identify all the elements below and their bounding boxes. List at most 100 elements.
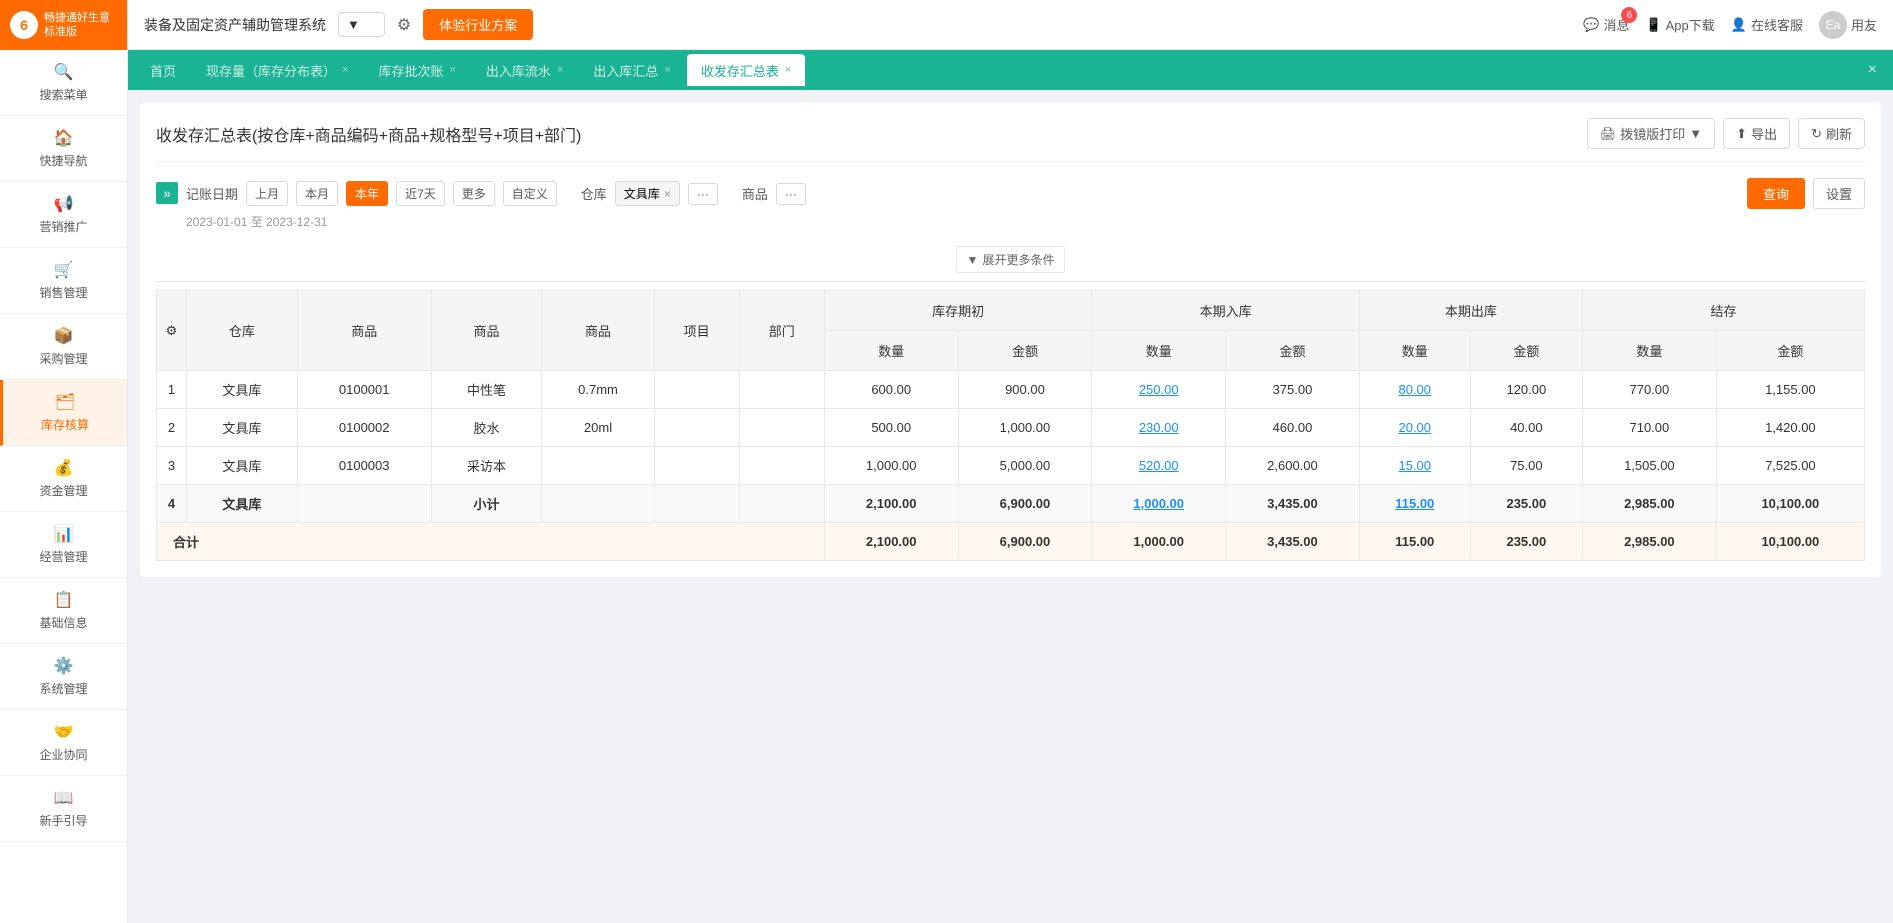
tab-stock-dist[interactable]: 现存量（库存分布表） × <box>192 54 362 86</box>
sidebar-item-label: 新手引导 <box>39 812 87 829</box>
out-qty-link[interactable]: 80.00 <box>1398 382 1431 397</box>
export-btn[interactable]: ⬆ 导出 <box>1723 118 1790 149</box>
expand-icon: ▼ <box>967 253 979 267</box>
cell-in-amt: 375.00 <box>1226 371 1360 409</box>
tab-collect-summary-close[interactable]: × <box>785 64 791 76</box>
sidebar-item-quick-nav[interactable]: 🏠 快捷导航 <box>0 116 127 182</box>
table-row: 3 文具库 0100003 采访本 1,000.00 5,000.00 520.… <box>157 447 1865 485</box>
in-qty-link[interactable]: 520.00 <box>1139 458 1179 473</box>
logo-text: 畅捷通好生意 标准版 <box>44 11 110 40</box>
settings-icon[interactable]: ⚙ <box>397 15 411 35</box>
tab-stock-dist-close[interactable]: × <box>342 64 348 76</box>
sidebar-item-marketing[interactable]: 📢 营销推广 <box>0 182 127 248</box>
filter-controls: 记账日期 上月 本月 本年 近7天 更多 自定义 仓库 文具库 × ··· <box>186 178 1865 230</box>
newbie-icon: 📖 <box>54 788 74 808</box>
sidebar-item-enterprise[interactable]: 🤝 企业协同 <box>0 710 127 776</box>
toggle-filter-btn[interactable]: » <box>156 182 178 204</box>
in-qty-link[interactable]: 1,000.00 <box>1133 496 1184 511</box>
goods-more-btn[interactable]: ··· <box>776 183 806 205</box>
sidebar-item-system[interactable]: ⚙️ 系统管理 <box>0 644 127 710</box>
cell-code: 0100003 <box>297 447 431 485</box>
sidebar-item-purchase[interactable]: 📦 采购管理 <box>0 314 127 380</box>
purchase-icon: 📦 <box>54 326 74 346</box>
date-btn-this-year[interactable]: 本年 <box>346 181 388 206</box>
th-group-in: 本期入库 <box>1092 291 1360 331</box>
app-download-action[interactable]: 📱 App下载 <box>1645 15 1714 34</box>
sidebar-item-label: 库存核算 <box>41 416 89 433</box>
in-qty-link[interactable]: 230.00 <box>1139 420 1179 435</box>
refresh-btn[interactable]: ↻ 刷新 <box>1798 118 1865 149</box>
filter-area: » 记账日期 上月 本月 本年 近7天 更多 自定义 仓库 文具库 × <box>156 178 1865 230</box>
sidebar-item-sales[interactable]: 🛒 销售管理 <box>0 248 127 314</box>
cell-department <box>739 485 824 523</box>
avatar: Ea <box>1819 11 1847 39</box>
out-qty-link[interactable]: 20.00 <box>1398 420 1431 435</box>
in-qty-link[interactable]: 250.00 <box>1139 382 1179 397</box>
service-icon: 👤 <box>1731 17 1747 33</box>
tab-batch-account-close[interactable]: × <box>449 64 455 76</box>
user-action[interactable]: Ea 用友 <box>1819 11 1877 39</box>
out-qty-link[interactable]: 115.00 <box>1395 496 1434 511</box>
tab-batch-account-label: 库存批次账 <box>378 61 443 80</box>
close-all-tabs[interactable]: × <box>1860 61 1885 79</box>
settings-btn[interactable]: 设置 <box>1813 178 1865 209</box>
out-qty-link[interactable]: 15.00 <box>1398 458 1431 473</box>
warehouse-tag: 文具库 × <box>615 181 680 206</box>
tab-home[interactable]: 首页 <box>136 54 190 86</box>
tab-inout-flow-close[interactable]: × <box>557 64 563 76</box>
sidebar-item-basic-info[interactable]: 📋 基础信息 <box>0 578 127 644</box>
online-service-label: 在线客服 <box>1751 15 1803 34</box>
date-btn-this-month[interactable]: 本月 <box>296 181 338 206</box>
tab-inout-summary[interactable]: 出入库汇总 × <box>579 54 684 86</box>
online-service-action[interactable]: 👤 在线客服 <box>1731 15 1803 34</box>
cell-in-amt: 3,435.00 <box>1226 485 1360 523</box>
query-btn[interactable]: 查询 <box>1747 178 1805 209</box>
sidebar-item-label: 营销推广 <box>39 218 87 235</box>
date-btn-7days[interactable]: 近7天 <box>396 181 445 206</box>
th-closing-qty: 数量 <box>1583 331 1717 371</box>
tab-inout-flow[interactable]: 出入库流水 × <box>472 54 577 86</box>
tab-collect-summary[interactable]: 收发存汇总表 × <box>687 54 805 86</box>
date-btn-custom[interactable]: 自定义 <box>503 181 557 206</box>
th-settings[interactable]: ⚙ <box>157 291 187 371</box>
sidebar-item-label: 销售管理 <box>39 284 87 301</box>
cell-department <box>739 409 824 447</box>
tab-batch-account[interactable]: 库存批次账 × <box>364 54 469 86</box>
cell-name: 采访本 <box>431 447 542 485</box>
try-btn[interactable]: 体验行业方案 <box>423 9 533 40</box>
basic-info-icon: 📋 <box>54 590 74 610</box>
print-btn[interactable]: 🖨 拨镜版打印 ▼ <box>1587 118 1715 149</box>
cell-no: 1 <box>157 371 187 409</box>
cell-code <box>297 485 431 523</box>
notification-action[interactable]: 💬 消息 6 <box>1583 15 1629 34</box>
expand-more-btn[interactable]: ▼ 展开更多条件 <box>956 246 1066 273</box>
sidebar-item-newbie[interactable]: 📖 新手引导 <box>0 776 127 842</box>
cell-project <box>654 447 739 485</box>
warehouse-more-btn[interactable]: ··· <box>688 183 718 205</box>
app-download-label: App下载 <box>1666 15 1715 34</box>
cell-name: 胶水 <box>431 409 542 447</box>
tab-inout-summary-close[interactable]: × <box>664 64 670 76</box>
th-in-amt: 金额 <box>1226 331 1360 371</box>
sidebar-item-search[interactable]: 🔍 搜索菜单 <box>0 50 127 116</box>
cell-department <box>739 447 824 485</box>
date-btn-last-month[interactable]: 上月 <box>246 181 288 206</box>
sidebar-item-finance[interactable]: 💰 资金管理 <box>0 446 127 512</box>
date-btn-more[interactable]: 更多 <box>453 181 495 206</box>
cell-opening-amt: 6,900.00 <box>958 485 1092 523</box>
sidebar-item-operations[interactable]: 📊 经营管理 <box>0 512 127 578</box>
warehouse-tag-close[interactable]: × <box>664 187 671 201</box>
cell-in-amt: 460.00 <box>1226 409 1360 447</box>
cell-project <box>654 485 739 523</box>
page-card: 收发存汇总表(按仓库+商品编码+商品+规格型号+项目+部门) 🖨 拨镜版打印 ▼… <box>140 102 1881 577</box>
cell-project <box>654 371 739 409</box>
sidebar-logo: 6 畅捷通好生意 标准版 <box>0 0 127 50</box>
table-row: 1 文具库 0100001 中性笔 0.7mm 600.00 900.00 25… <box>157 371 1865 409</box>
th-department: 部门 <box>739 291 824 371</box>
operations-icon: 📊 <box>54 524 74 544</box>
sidebar-item-inventory[interactable]: 🗂 库存核算 <box>0 380 127 446</box>
cell-warehouse: 文具库 <box>187 409 298 447</box>
selector-label: ▼ <box>347 17 360 32</box>
system-selector[interactable]: ▼ <box>338 12 385 37</box>
content-area: 收发存汇总表(按仓库+商品编码+商品+规格型号+项目+部门) 🖨 拨镜版打印 ▼… <box>128 90 1893 923</box>
